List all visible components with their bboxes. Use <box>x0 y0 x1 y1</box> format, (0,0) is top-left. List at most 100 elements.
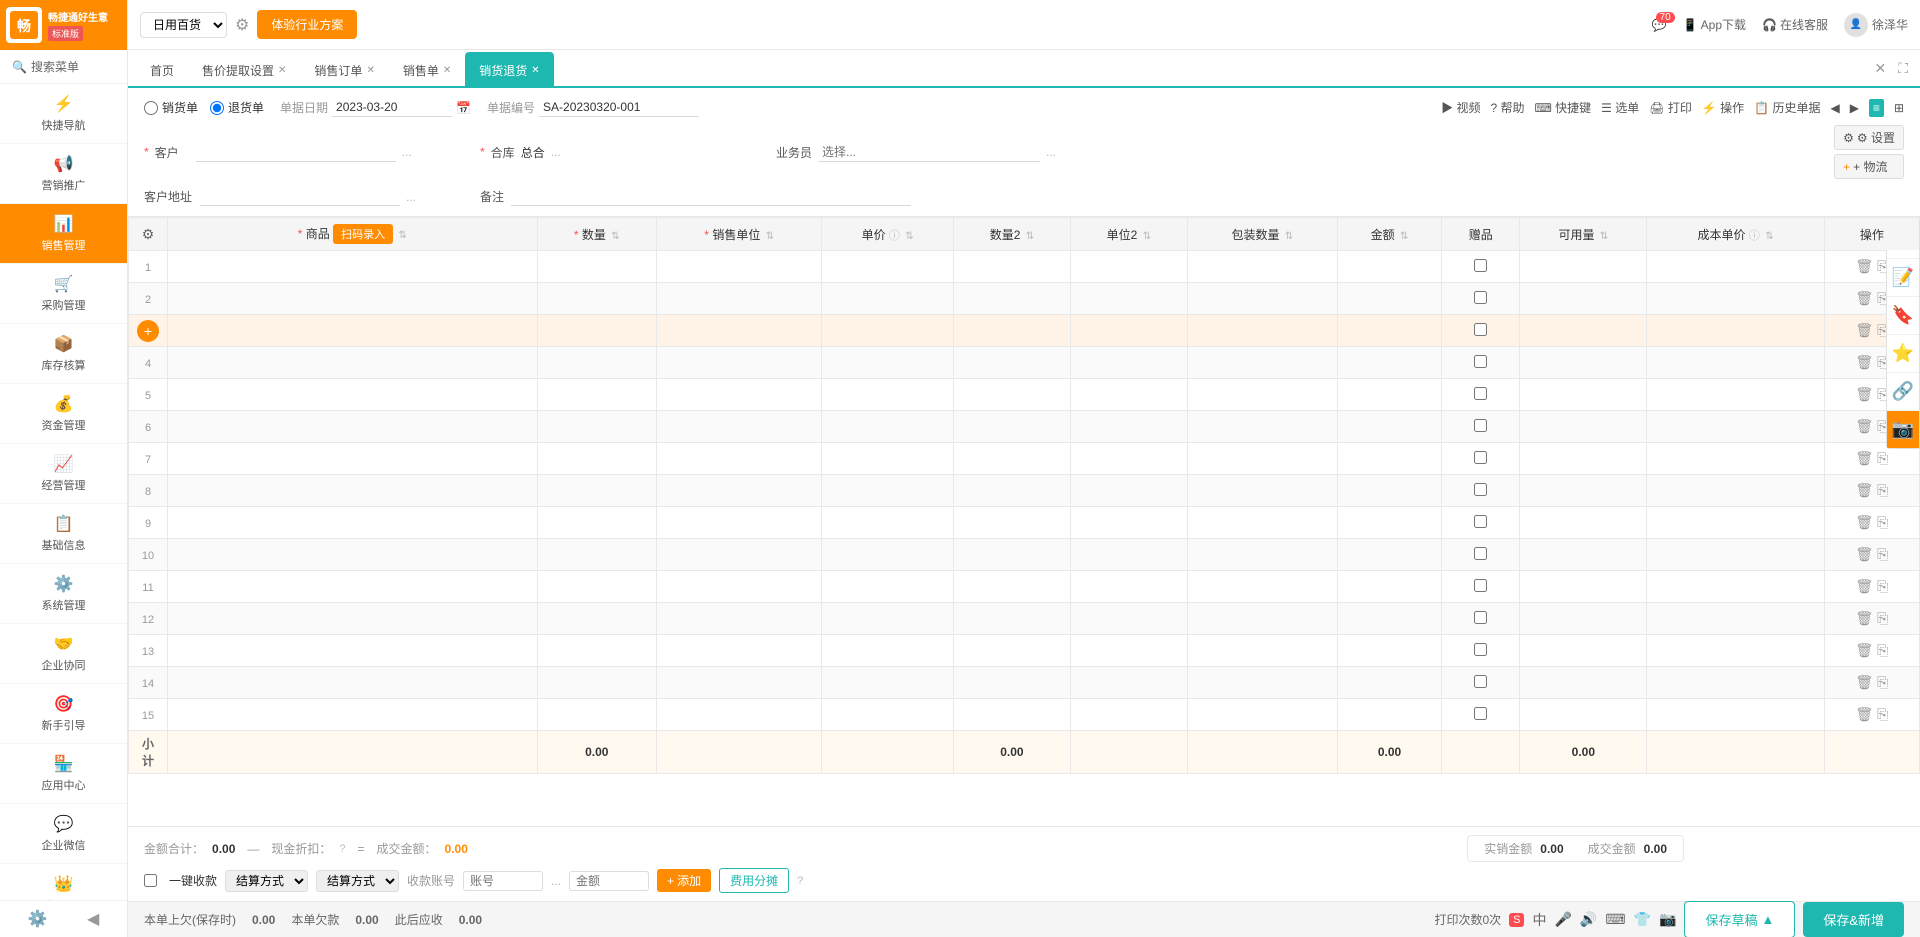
row-delete-btn[interactable]: 🗑 <box>1855 482 1873 499</box>
experience-btn[interactable]: 体验行业方案 <box>257 10 357 39</box>
table-settings-icon[interactable]: ⚙ <box>142 226 155 242</box>
unit-price-info-icon[interactable]: ⓘ <box>889 230 900 242</box>
video-btn[interactable]: ▶ 视频 <box>1441 99 1480 116</box>
right-float-star[interactable]: ⭐ <box>1887 335 1919 373</box>
logistics-btn[interactable]: + + 物流 <box>1834 154 1904 179</box>
cost-price-sort-icon[interactable]: ⇅ <box>1765 231 1773 242</box>
radio-sale-single[interactable]: 销货单 <box>144 99 198 116</box>
discount-info-icon[interactable]: ? <box>339 843 345 855</box>
gift-checkbox[interactable] <box>1474 483 1487 496</box>
row-delete-btn[interactable]: 🗑 <box>1855 258 1873 275</box>
tab-sale-return[interactable]: 销货退货 ✕ <box>465 52 553 87</box>
warehouse-dots[interactable]: ... <box>551 145 561 159</box>
right-float-screen[interactable]: 📷 <box>1887 411 1919 448</box>
settings-btn[interactable]: ⚙ ⚙ 设置 <box>1834 125 1904 150</box>
gift-checkbox[interactable] <box>1474 643 1487 656</box>
row-copy-btn[interactable]: ⎘ <box>1877 674 1888 691</box>
customer-addr-input[interactable] <box>200 187 400 206</box>
gift-checkbox[interactable] <box>1474 579 1487 592</box>
row-copy-btn[interactable]: ⎘ <box>1877 610 1888 627</box>
grid-view-icon[interactable]: ⊞ <box>1894 101 1904 115</box>
camera-icon[interactable]: 📷 <box>1659 911 1676 928</box>
history-btn[interactable]: 📋 历史单据 <box>1754 99 1820 116</box>
gift-checkbox[interactable] <box>1474 323 1487 336</box>
unit2-sort-icon[interactable]: ⇅ <box>1143 231 1151 242</box>
row-copy-btn[interactable]: ⎘ <box>1877 546 1888 563</box>
unit-price-sort-icon[interactable]: ⇅ <box>905 231 913 242</box>
sidebar-item-system[interactable]: ⚙️ 系统管理 <box>0 564 127 624</box>
shortcut-btn[interactable]: ⌨ 快捷键 <box>1534 99 1591 116</box>
th-settings[interactable]: ⚙ <box>129 218 168 251</box>
gift-checkbox[interactable] <box>1474 291 1487 304</box>
row-delete-btn[interactable]: 🗑 <box>1855 514 1873 531</box>
sidebar-item-appstore[interactable]: 🏪 应用中心 <box>0 744 127 804</box>
row-delete-btn[interactable]: 🗑 <box>1855 546 1873 563</box>
row-delete-btn[interactable]: 🗑 <box>1855 674 1873 691</box>
qty2-sort-icon[interactable]: ⇅ <box>1026 231 1034 242</box>
add-payment-btn[interactable]: + 添加 <box>657 869 711 892</box>
account-dots[interactable]: ... <box>551 874 561 888</box>
scan-input-btn[interactable]: 扫码录入 <box>333 224 393 244</box>
row-delete-btn[interactable]: 🗑 <box>1855 706 1873 723</box>
next-icon[interactable]: ▶ <box>1850 101 1859 115</box>
settings-gear-icon[interactable]: ⚙ <box>235 15 249 35</box>
sidebar-item-inventory[interactable]: 📦 库存核算 <box>0 324 127 384</box>
tab-sale-order-close[interactable]: ✕ <box>366 65 374 76</box>
sidebar-collapse-icon[interactable]: ◀ <box>87 909 99 929</box>
right-float-link[interactable]: 🔗 <box>1887 373 1919 411</box>
row-copy-btn[interactable]: ⎘ <box>1877 578 1888 595</box>
row-copy-btn[interactable]: ⎘ <box>1877 450 1888 467</box>
list-view-icon[interactable]: ≡ <box>1869 99 1884 117</box>
calendar-icon[interactable]: 📅 <box>456 101 471 115</box>
account-input[interactable] <box>463 871 543 891</box>
add-row-btn[interactable]: + <box>137 320 159 342</box>
sidebar-item-sales[interactable]: 📊 销售管理 <box>0 204 127 264</box>
gift-checkbox[interactable] <box>1474 387 1487 400</box>
row-delete-btn[interactable]: 🗑 <box>1855 322 1873 339</box>
radio-return-single[interactable]: 退货单 <box>210 99 264 116</box>
row-delete-btn[interactable]: 🗑 <box>1855 418 1873 435</box>
sidebar-item-enterprise[interactable]: 🤝 企业协同 <box>0 624 127 684</box>
sidebar-item-wechat[interactable]: 💬 企业微信 <box>0 804 127 864</box>
available-sort-icon[interactable]: ⇅ <box>1600 231 1608 242</box>
app-download[interactable]: 📱 App下载 <box>1683 16 1746 33</box>
row-delete-btn[interactable]: 🗑 <box>1855 450 1873 467</box>
row-copy-btn[interactable]: ⎘ <box>1877 706 1888 723</box>
gift-checkbox[interactable] <box>1474 707 1487 720</box>
gift-checkbox[interactable] <box>1474 355 1487 368</box>
prev-icon[interactable]: ◀ <box>1830 101 1839 115</box>
gift-checkbox[interactable] <box>1474 675 1487 688</box>
keyboard-icon[interactable]: ⌨ <box>1605 911 1625 928</box>
message-badge[interactable]: 💬 70 <box>1652 18 1667 32</box>
gift-checkbox[interactable] <box>1474 515 1487 528</box>
print-btn[interactable]: 🖨 打印 <box>1649 99 1692 116</box>
tabbar-close-icon[interactable]: ✕ <box>1870 56 1890 81</box>
gift-checkbox[interactable] <box>1474 451 1487 464</box>
shirt-icon[interactable]: 👕 <box>1634 911 1651 928</box>
sidebar-item-guide[interactable]: 🎯 新手引导 <box>0 684 127 744</box>
row-delete-btn[interactable]: 🗑 <box>1855 354 1873 371</box>
one-click-payment-checkbox[interactable] <box>144 874 157 887</box>
tab-sale-bill-close[interactable]: ✕ <box>443 65 451 76</box>
sidebar-item-marketing[interactable]: 📢 营销推广 <box>0 144 127 204</box>
doc-no-input[interactable] <box>539 98 699 117</box>
radio-sale-input[interactable] <box>144 101 158 115</box>
calc-method-select[interactable]: 结算方式 <box>316 870 399 892</box>
cost-price-info-icon[interactable]: ⓘ <box>1749 230 1760 242</box>
settlement-method-select[interactable]: 结算方式 <box>225 870 308 892</box>
row-copy-btn[interactable]: ⎘ <box>1877 514 1888 531</box>
customer-addr-dots[interactable]: ... <box>406 190 416 204</box>
tab-sale-bill[interactable]: 销售单 ✕ <box>389 52 465 87</box>
amount-input[interactable] <box>569 871 649 891</box>
tab-sale-order[interactable]: 销售订单 ✕ <box>300 52 388 87</box>
amount-sort-icon[interactable]: ⇅ <box>1400 231 1408 242</box>
sidebar-item-shortcut[interactable]: ⚡ 快捷导航 <box>0 84 127 144</box>
sidebar-settings-icon[interactable]: ⚙️ <box>28 909 48 929</box>
salesperson-dots[interactable]: ... <box>1046 145 1056 159</box>
gift-checkbox[interactable] <box>1474 259 1487 272</box>
tab-sale-return-close[interactable]: ✕ <box>531 65 539 76</box>
quantity-sort-icon[interactable]: ⇅ <box>611 231 619 242</box>
row-delete-btn[interactable]: 🗑 <box>1855 290 1873 307</box>
right-float-bookmark[interactable]: 🔖 <box>1887 297 1919 335</box>
pack-qty-sort-icon[interactable]: ⇅ <box>1285 231 1293 242</box>
